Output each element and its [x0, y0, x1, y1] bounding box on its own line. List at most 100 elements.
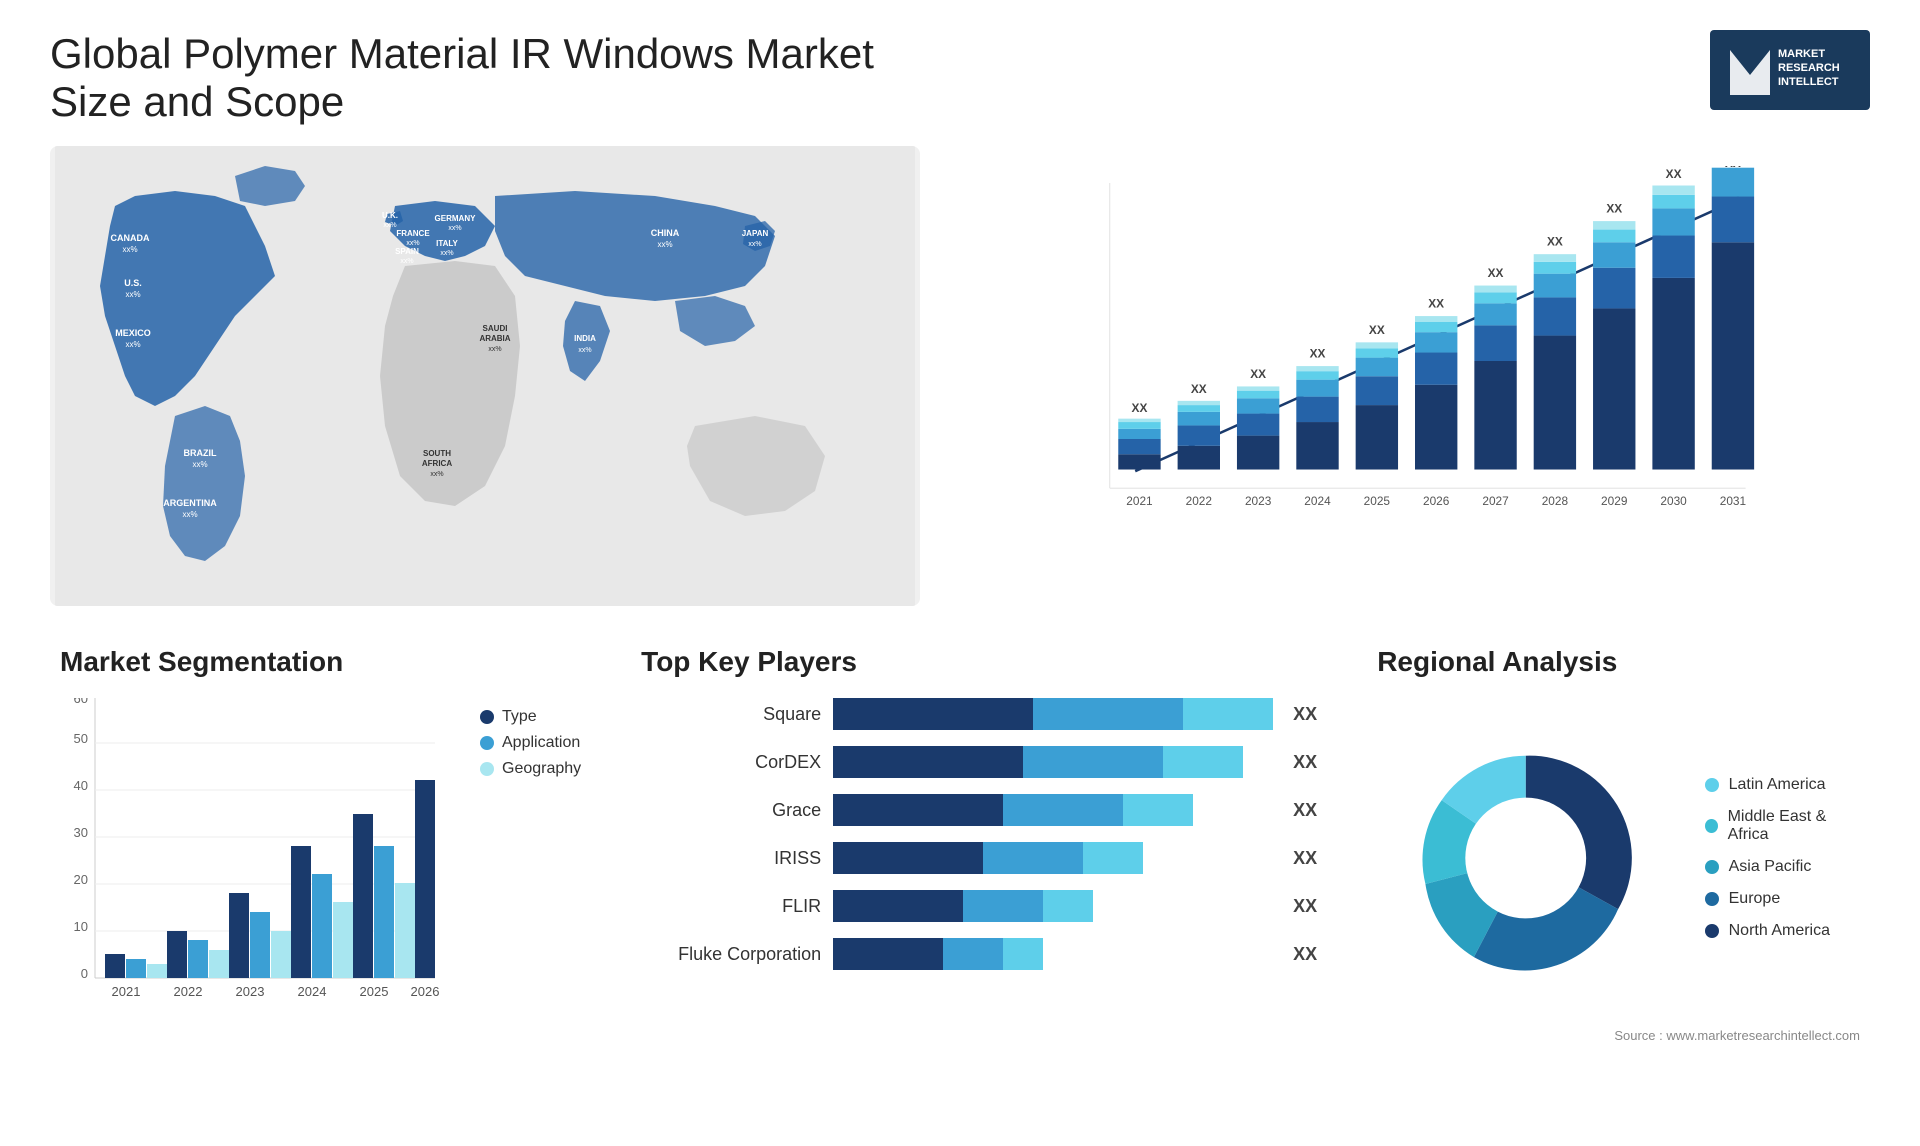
legend-europe-label: Europe	[1729, 890, 1781, 908]
legend-mea-dot	[1705, 819, 1718, 833]
legend-application-dot	[480, 736, 494, 750]
svg-text:2024: 2024	[298, 984, 327, 999]
page-container: Global Polymer Material IR Windows Marke…	[0, 0, 1920, 1146]
player-bar-square	[833, 698, 1273, 730]
legend-north-america-label: North America	[1729, 922, 1830, 940]
svg-text:CHINA: CHINA	[651, 228, 680, 238]
legend-latin-america-label: Latin America	[1729, 776, 1826, 794]
svg-text:ARABIA: ARABIA	[479, 334, 510, 343]
svg-text:SPAIN: SPAIN	[395, 247, 419, 256]
svg-text:xx%: xx%	[125, 340, 140, 349]
legend-north-america-dot	[1705, 924, 1719, 938]
segmentation-chart-svg: 0 10 20 30 40 50 60	[60, 698, 440, 1018]
svg-text:XX: XX	[1725, 166, 1741, 170]
legend-europe-dot	[1705, 892, 1719, 906]
legend-geography-dot	[480, 762, 494, 776]
legend-asia-pacific: Asia Pacific	[1705, 858, 1860, 876]
segmentation-legend: Type Application Geography	[470, 708, 581, 778]
legend-type-label: Type	[502, 708, 537, 726]
svg-text:ITALY: ITALY	[436, 239, 458, 248]
bar-seg-2	[1003, 794, 1123, 826]
svg-text:XX: XX	[1369, 323, 1385, 337]
player-name-grace: Grace	[641, 800, 821, 821]
legend-mea-label: Middle East & Africa	[1728, 808, 1860, 844]
logo-svg: MARKET RESEARCH INTELLECT	[1720, 35, 1860, 105]
player-bar-inner-iriss	[833, 842, 1273, 874]
svg-text:xx%: xx%	[383, 222, 396, 229]
bar-seg-2	[963, 890, 1043, 922]
logo-container: MARKET RESEARCH INTELLECT	[1710, 30, 1870, 110]
regional-legend: Latin America Middle East & Africa Asia …	[1705, 776, 1860, 940]
legend-north-america: North America	[1705, 922, 1860, 940]
svg-text:AFRICA: AFRICA	[422, 459, 452, 468]
svg-text:XX: XX	[1488, 266, 1504, 280]
svg-text:XX: XX	[1428, 297, 1444, 311]
svg-text:2022: 2022	[174, 984, 203, 999]
bar-seg-1	[833, 698, 1033, 730]
svg-text:10: 10	[74, 919, 88, 934]
donut-area: Latin America Middle East & Africa Asia …	[1377, 698, 1860, 1018]
bar-seg-1	[833, 794, 1003, 826]
svg-text:xx%: xx%	[406, 240, 419, 247]
svg-text:RESEARCH: RESEARCH	[1778, 62, 1840, 74]
bar-seg-1	[833, 746, 1023, 778]
legend-latin-america: Latin America	[1705, 776, 1860, 794]
svg-text:2021: 2021	[112, 984, 141, 999]
svg-text:XX: XX	[1547, 235, 1563, 249]
legend-application-label: Application	[502, 734, 580, 752]
player-row-cordex: CorDEX XX	[641, 746, 1317, 778]
player-name-square: Square	[641, 704, 821, 725]
regional-title: Regional Analysis	[1377, 646, 1860, 678]
player-bar-fluke	[833, 938, 1273, 970]
svg-text:2027: 2027	[1482, 494, 1508, 508]
player-bar-inner-flir	[833, 890, 1273, 922]
player-row-iriss: IRISS XX	[641, 842, 1317, 874]
svg-text:2030: 2030	[1660, 494, 1687, 508]
svg-text:2023: 2023	[1245, 494, 1272, 508]
player-label-flir: XX	[1293, 896, 1317, 917]
bar-chart-svg: XX 2021 XX 2022 XX 2023	[980, 166, 1850, 556]
svg-text:50: 50	[74, 731, 88, 746]
svg-text:xx%: xx%	[448, 225, 461, 232]
svg-text:xx%: xx%	[440, 250, 453, 257]
bar-chart-container: XX 2021 XX 2022 XX 2023	[960, 146, 1870, 606]
page-title: Global Polymer Material IR Windows Marke…	[50, 30, 950, 126]
svg-text:xx%: xx%	[125, 290, 140, 299]
svg-text:GERMANY: GERMANY	[435, 214, 477, 223]
svg-text:FRANCE: FRANCE	[396, 229, 430, 238]
svg-text:CANADA: CANADA	[111, 233, 150, 243]
svg-text:2026: 2026	[411, 984, 440, 999]
svg-text:2025: 2025	[1364, 494, 1391, 508]
svg-text:XX: XX	[1250, 367, 1266, 381]
logo-box: MARKET RESEARCH INTELLECT	[1710, 30, 1870, 110]
svg-text:INTELLECT: INTELLECT	[1778, 76, 1839, 88]
player-row-grace: Grace XX	[641, 794, 1317, 826]
svg-text:xx%: xx%	[192, 460, 207, 469]
svg-text:JAPAN: JAPAN	[742, 229, 769, 238]
svg-text:U.K.: U.K.	[382, 211, 398, 220]
svg-text:BRAZIL: BRAZIL	[184, 448, 217, 458]
player-bar-flir	[833, 890, 1273, 922]
player-row-square: Square XX	[641, 698, 1317, 730]
segmentation-container: Market Segmentation 0 10 20 30 40 50 60	[50, 636, 591, 1096]
player-row-flir: FLIR XX	[641, 890, 1317, 922]
player-name-iriss: IRISS	[641, 848, 821, 869]
player-label-square: XX	[1293, 704, 1317, 725]
legend-type-dot	[480, 710, 494, 724]
svg-text:20: 20	[74, 872, 88, 887]
player-label-grace: XX	[1293, 800, 1317, 821]
svg-text:MEXICO: MEXICO	[115, 328, 151, 338]
svg-text:xx%: xx%	[182, 510, 197, 519]
top-section: CANADA xx% U.S. xx% MEXICO xx% BRAZIL xx…	[50, 146, 1870, 606]
player-label-fluke: XX	[1293, 944, 1317, 965]
bar-seg-2	[1023, 746, 1163, 778]
svg-text:2022: 2022	[1186, 494, 1212, 508]
legend-asia-pacific-label: Asia Pacific	[1729, 858, 1812, 876]
legend-geography-label: Geography	[502, 760, 581, 778]
legend-latin-america-dot	[1705, 778, 1719, 792]
svg-text:INDIA: INDIA	[574, 334, 596, 343]
svg-text:XX: XX	[1666, 167, 1682, 181]
svg-text:2029: 2029	[1601, 494, 1628, 508]
svg-text:xx%: xx%	[657, 240, 672, 249]
player-bar-cordex	[833, 746, 1273, 778]
